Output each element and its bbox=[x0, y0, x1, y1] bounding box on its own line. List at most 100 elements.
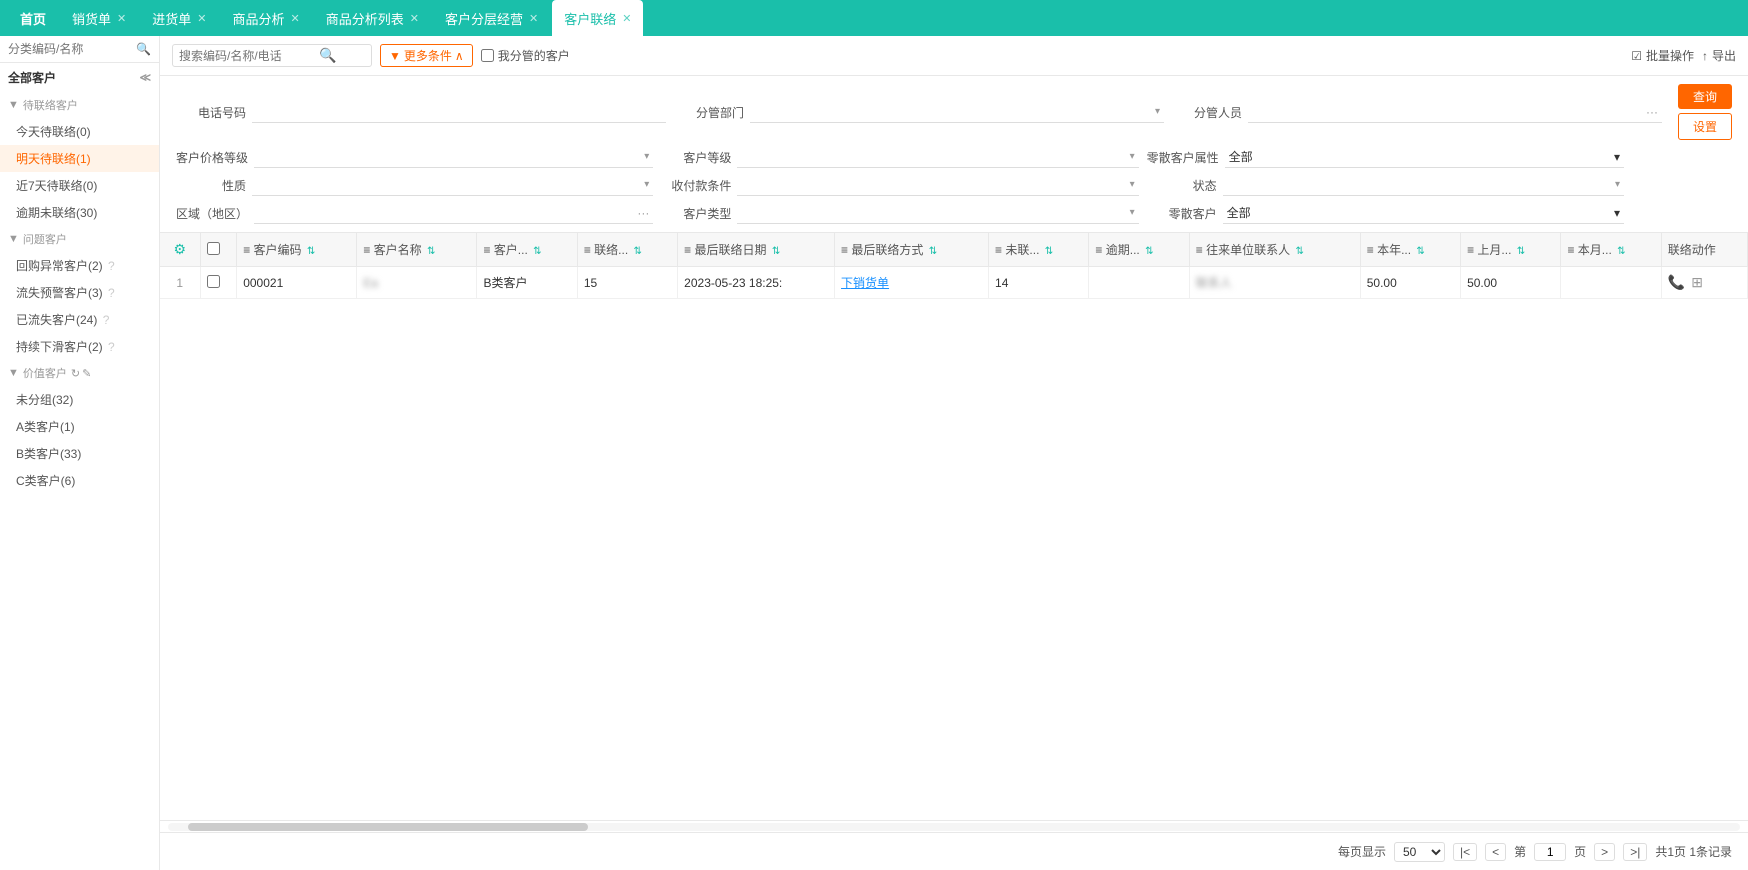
branch-person-select[interactable]: ··· bbox=[1248, 101, 1662, 123]
batch-op-btn[interactable]: ☑ 批量操作 bbox=[1631, 47, 1694, 64]
sidebar-lost-risk[interactable]: 流失预警客户(3) ? bbox=[0, 279, 159, 306]
grid-action-icon[interactable]: ⊞ bbox=[1691, 274, 1703, 291]
settings-icon[interactable]: ⚙ bbox=[173, 241, 186, 257]
close-purchase-order[interactable]: ✕ bbox=[197, 12, 206, 25]
table-row: 1 000021 Ea B类客户 15 2023-05-23 18:25: 下销… bbox=[160, 267, 1748, 299]
customer-type-select[interactable]: ▾ bbox=[737, 202, 1138, 224]
more-conditions-btn[interactable]: ▼ 更多条件 ∧ bbox=[380, 44, 473, 67]
th-contact-count[interactable]: ≡ 联络... ⇅ bbox=[577, 233, 677, 267]
th-last-contact-date[interactable]: ≡ 最后联络日期 ⇅ bbox=[678, 233, 835, 267]
last-page-btn[interactable]: >| bbox=[1623, 843, 1647, 861]
prev-page-btn[interactable]: < bbox=[1485, 843, 1506, 861]
page-input[interactable] bbox=[1534, 843, 1566, 861]
chevron-down-icon-2: ▾ bbox=[644, 151, 649, 162]
td-checkbox[interactable] bbox=[200, 267, 237, 299]
first-page-btn[interactable]: |< bbox=[1453, 843, 1477, 861]
export-btn[interactable]: ↑ 导出 bbox=[1702, 47, 1736, 64]
filter-row-2: 客户价格等级 ▾ 客户等级 ▾ 零散客户属性 全部 ▾ bbox=[176, 146, 1732, 168]
th-company-contact[interactable]: ≡ 往来单位联系人 ⇅ bbox=[1189, 233, 1360, 267]
row-checkbox[interactable] bbox=[207, 275, 220, 288]
th-overdue[interactable]: ≡ 逾期... ⇅ bbox=[1089, 233, 1189, 267]
nav-customer-contact[interactable]: 客户联络 ✕ bbox=[552, 0, 643, 36]
td-index: 1 bbox=[160, 267, 200, 299]
search-submit-icon[interactable]: 🔍 bbox=[319, 47, 336, 64]
triangle-icon-2: ▼ bbox=[8, 233, 19, 245]
sidebar-class-c[interactable]: C类客户(6) bbox=[0, 467, 159, 494]
branch-person-label: 分管人员 bbox=[1172, 104, 1242, 121]
sort-icon-month: ⇅ bbox=[1617, 246, 1625, 257]
customer-type-label: 客户类型 bbox=[661, 205, 731, 222]
nav-home[interactable]: 首页 bbox=[8, 0, 58, 36]
scroll-track[interactable] bbox=[168, 823, 1740, 831]
collapse-icon[interactable]: ≪ bbox=[139, 71, 151, 84]
customer-level-select[interactable]: ▾ bbox=[737, 146, 1138, 168]
filter-actions: 查询 设置 bbox=[1678, 84, 1732, 140]
td-last-contact-method[interactable]: 下销货单 bbox=[835, 267, 989, 299]
nav-sales-order[interactable]: 销货单 ✕ bbox=[60, 0, 138, 36]
close-product-analysis-list[interactable]: ✕ bbox=[410, 12, 419, 25]
retail-attr-select[interactable]: 全部 ▾ bbox=[1225, 146, 1624, 168]
refresh-icon[interactable]: ↻ bbox=[71, 367, 80, 380]
query-btn[interactable]: 查询 bbox=[1678, 84, 1732, 109]
search-input[interactable] bbox=[179, 49, 319, 63]
more-icon-2[interactable]: ··· bbox=[637, 206, 649, 220]
pagination: 每页显示 50 100 200 |< < 第 页 > >| 共1页 1条记录 bbox=[160, 832, 1748, 870]
td-customer-code: 000021 bbox=[237, 267, 357, 299]
sidebar-week-contact[interactable]: 近7天待联络(0) bbox=[0, 172, 159, 199]
close-customer-layering[interactable]: ✕ bbox=[529, 12, 538, 25]
th-customer-type[interactable]: ≡ 客户... ⇅ bbox=[477, 233, 577, 267]
th-last-contact-method[interactable]: ≡ 最后联络方式 ⇅ bbox=[835, 233, 989, 267]
set-btn[interactable]: 设置 bbox=[1678, 113, 1732, 140]
next-page-btn[interactable]: > bbox=[1594, 843, 1615, 861]
close-sales-order[interactable]: ✕ bbox=[117, 12, 126, 25]
sidebar-continuous-decline[interactable]: 持续下滑客户(2) ? bbox=[0, 333, 159, 360]
action-icons: 📞 ⊞ bbox=[1668, 274, 1741, 291]
sidebar-ungrouped[interactable]: 未分组(32) bbox=[0, 386, 159, 413]
th-this-month[interactable]: ≡ 本月... ⇅ bbox=[1561, 233, 1661, 267]
more-icon[interactable]: ··· bbox=[1646, 105, 1658, 119]
my-customers-checkbox[interactable] bbox=[481, 49, 494, 62]
select-all-checkbox[interactable] bbox=[207, 242, 220, 255]
nav-purchase-order[interactable]: 进货单 ✕ bbox=[140, 0, 218, 36]
nav-product-analysis-list[interactable]: 商品分析列表 ✕ bbox=[314, 0, 431, 36]
th-settings[interactable]: ⚙ bbox=[160, 233, 200, 267]
close-product-analysis[interactable]: ✕ bbox=[291, 12, 300, 25]
nav-product-analysis[interactable]: 商品分析 ✕ bbox=[220, 0, 311, 36]
th-uncontacted[interactable]: ≡ 未联... ⇅ bbox=[989, 233, 1089, 267]
help-icon-4: ? bbox=[108, 340, 115, 354]
th-last-month[interactable]: ≡ 上月... ⇅ bbox=[1461, 233, 1561, 267]
status-select[interactable]: ▾ bbox=[1223, 174, 1624, 196]
sidebar-class-a[interactable]: A类客户(1) bbox=[0, 413, 159, 440]
gender-select[interactable]: ▾ bbox=[252, 174, 653, 196]
phone-input[interactable] bbox=[252, 101, 666, 123]
edit-icon[interactable]: ✎ bbox=[82, 367, 91, 380]
per-page-select[interactable]: 50 100 200 bbox=[1394, 842, 1445, 862]
last-contact-link[interactable]: 下销货单 bbox=[841, 276, 889, 290]
sidebar-search-input[interactable] bbox=[8, 42, 136, 56]
close-customer-contact[interactable]: ✕ bbox=[622, 12, 631, 25]
sidebar-tomorrow-contact[interactable]: 明天待联络(1) bbox=[0, 145, 159, 172]
th-checkbox[interactable] bbox=[200, 233, 237, 267]
phone-action-icon[interactable]: 📞 bbox=[1668, 274, 1685, 291]
customer-table: ⚙ ≡ 客户编码 ⇅ ≡ 客户名称 ⇅ ≡ 客户... ⇅ ≡ 联络... ⇅ … bbox=[160, 233, 1748, 299]
nav-customer-layering[interactable]: 客户分层经营 ✕ bbox=[433, 0, 550, 36]
retail-customer-select[interactable]: 全部 ▾ bbox=[1223, 202, 1624, 224]
th-customer-code[interactable]: ≡ 客户编码 ⇅ bbox=[237, 233, 357, 267]
sidebar-today-contact[interactable]: 今天待联络(0) bbox=[0, 118, 159, 145]
sidebar-overdue-contact[interactable]: 逾期未联络(30) bbox=[0, 199, 159, 226]
help-icon: ? bbox=[108, 259, 115, 273]
th-this-year[interactable]: ≡ 本年... ⇅ bbox=[1360, 233, 1460, 267]
my-customers-checkbox-wrap[interactable]: 我分管的客户 bbox=[481, 47, 570, 64]
chevron-down-icon: ▾ bbox=[1155, 106, 1160, 117]
scroll-thumb[interactable] bbox=[188, 823, 588, 831]
sidebar-repurchase-abnormal[interactable]: 回购异常客户(2) ? bbox=[0, 252, 159, 279]
th-customer-name[interactable]: ≡ 客户名称 ⇅ bbox=[357, 233, 477, 267]
price-level-select[interactable]: ▾ bbox=[254, 146, 653, 168]
sidebar-class-b[interactable]: B类客户(33) bbox=[0, 440, 159, 467]
retail-customer-label: 零散客户 bbox=[1147, 205, 1217, 222]
branch-dept-select[interactable]: ▾ bbox=[750, 101, 1164, 123]
sidebar-already-lost[interactable]: 已流失客户(24) ? bbox=[0, 306, 159, 333]
region-select[interactable]: ··· bbox=[254, 202, 653, 224]
payment-select[interactable]: ▾ bbox=[737, 174, 1138, 196]
sidebar-search-icon[interactable]: 🔍 bbox=[136, 42, 151, 56]
